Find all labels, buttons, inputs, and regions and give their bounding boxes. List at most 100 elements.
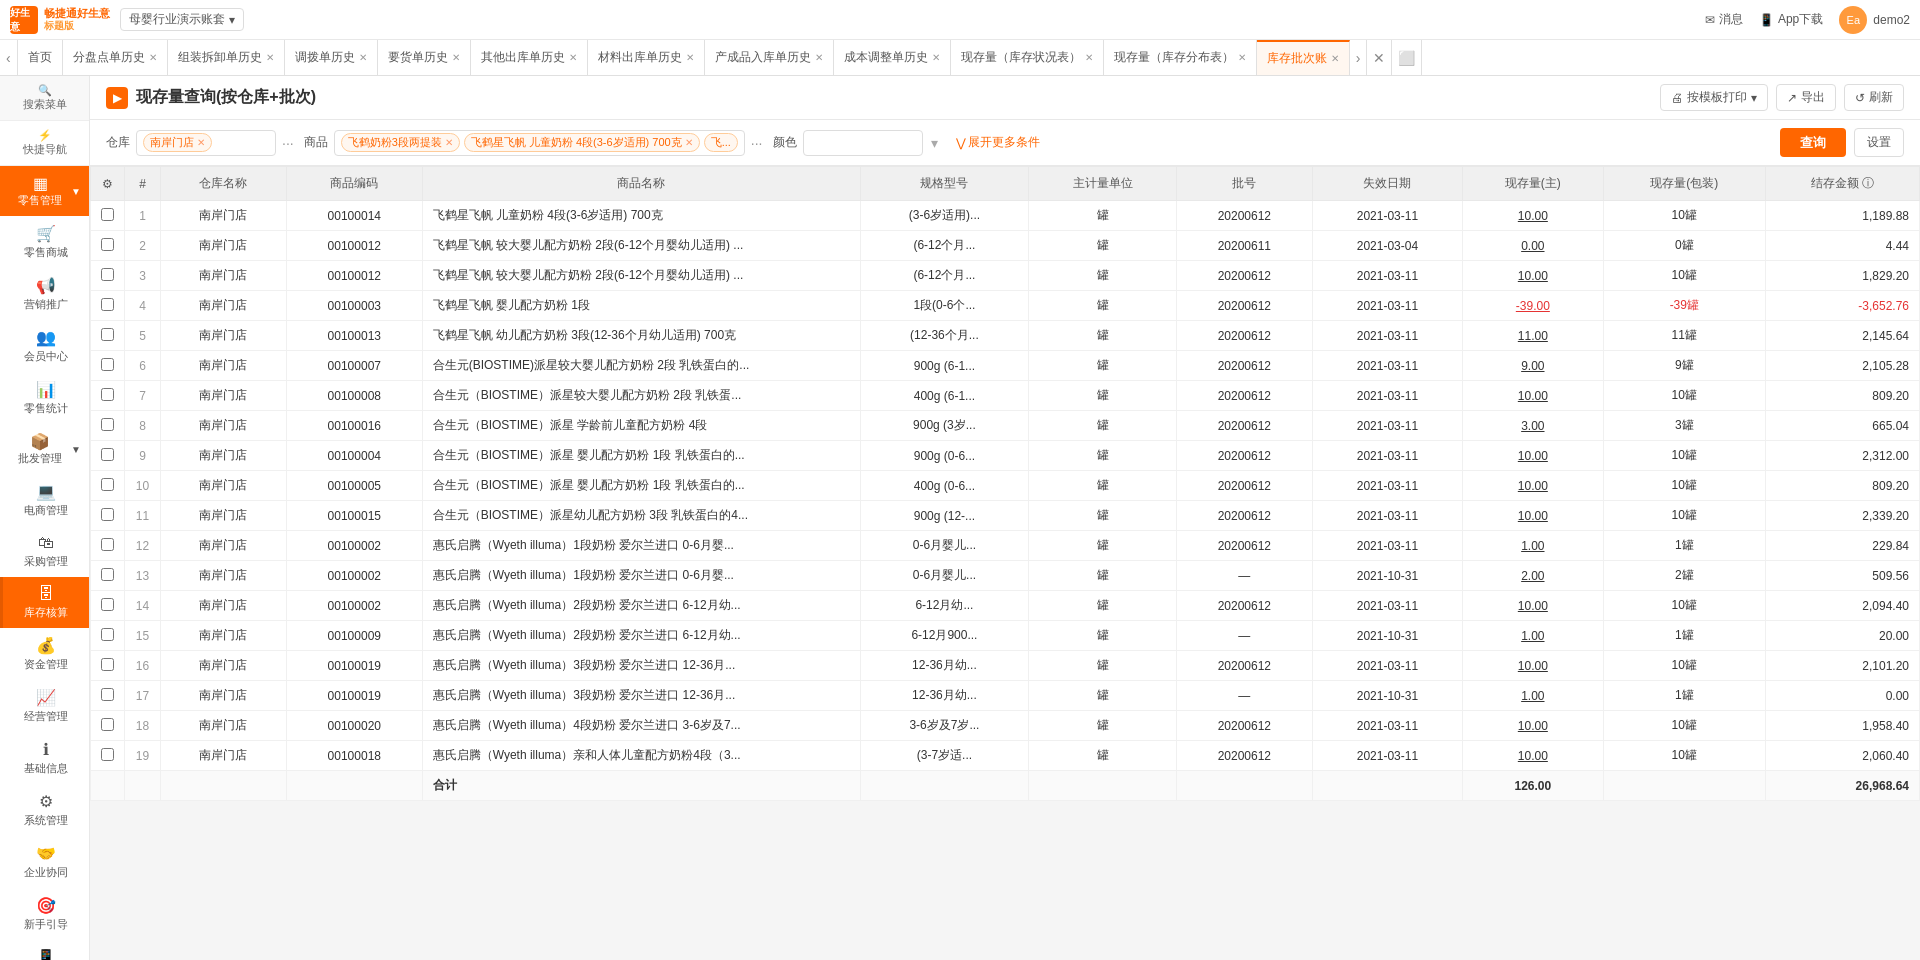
expand-conditions-btn[interactable]: ⋁ 展开更多条件 bbox=[956, 134, 1040, 151]
row-qty-main[interactable]: 10.00 bbox=[1463, 591, 1604, 621]
row-checkbox[interactable] bbox=[91, 411, 125, 441]
setting-btn[interactable]: 设置 bbox=[1854, 128, 1904, 157]
row-qty-main[interactable]: 10.00 bbox=[1463, 651, 1604, 681]
row-qty-main[interactable]: 1.00 bbox=[1463, 681, 1604, 711]
row-qty-main[interactable]: -39.00 bbox=[1463, 291, 1604, 321]
row-qty-main[interactable]: 10.00 bbox=[1463, 501, 1604, 531]
tab-qitachuku[interactable]: 其他出库单历史 ✕ bbox=[471, 40, 588, 76]
tab-home[interactable]: 首页 bbox=[18, 40, 63, 76]
row-checkbox[interactable] bbox=[91, 471, 125, 501]
export-btn[interactable]: ↗ 导出 bbox=[1776, 84, 1836, 111]
sidebar-item-marketing[interactable]: 📢 营销推广 bbox=[0, 268, 89, 320]
row-checkbox[interactable] bbox=[91, 381, 125, 411]
product-tags[interactable]: 飞鹤奶粉3段两提装 ✕ 飞鹤星飞帆 儿童奶粉 4段(3-6岁适用) 700克 ✕… bbox=[334, 130, 745, 156]
color-tags[interactable] bbox=[803, 130, 923, 156]
row-qty-main[interactable]: 10.00 bbox=[1463, 471, 1604, 501]
product-tag-close-1[interactable]: ✕ bbox=[445, 137, 453, 148]
sidebar-item-retail-mall[interactable]: 🛒 零售商城 bbox=[0, 216, 89, 268]
row-checkbox[interactable] bbox=[91, 201, 125, 231]
user-area[interactable]: Ea demo2 bbox=[1839, 6, 1910, 34]
product-tag-feihestar4[interactable]: 飞鹤星飞帆 儿童奶粉 4段(3-6岁适用) 700克 ✕ bbox=[464, 133, 700, 152]
tab-zuzhangchaixie[interactable]: 组装拆卸单历史 ✕ bbox=[168, 40, 285, 76]
close-icon[interactable]: ✕ bbox=[569, 52, 577, 63]
row-checkbox[interactable] bbox=[91, 531, 125, 561]
tab-cailiaochuku[interactable]: 材料出库单历史 ✕ bbox=[588, 40, 705, 76]
tab-maximize-btn[interactable]: ⬜ bbox=[1392, 40, 1422, 76]
close-icon[interactable]: ✕ bbox=[1238, 52, 1246, 63]
tab-prev-btn[interactable]: ‹ bbox=[0, 40, 18, 76]
tab-next-btn[interactable]: › bbox=[1350, 40, 1368, 76]
row-checkbox[interactable] bbox=[91, 711, 125, 741]
tab-xiancunliang-kucz[interactable]: 现存量（库存状况表）✕ bbox=[951, 40, 1104, 76]
sidebar-item-enterprise[interactable]: 🤝 企业协同 bbox=[0, 836, 89, 888]
close-icon[interactable]: ✕ bbox=[815, 52, 823, 63]
row-qty-main[interactable]: 11.00 bbox=[1463, 321, 1604, 351]
close-icon[interactable]: ✕ bbox=[1085, 52, 1093, 63]
row-checkbox[interactable] bbox=[91, 651, 125, 681]
row-checkbox[interactable] bbox=[91, 351, 125, 381]
warehouse-tags[interactable]: 南岸门店 ✕ bbox=[136, 130, 276, 156]
messages-btn[interactable]: ✉ 消息 bbox=[1705, 11, 1743, 28]
sidebar-item-newguide[interactable]: 🎯 新手引导 bbox=[0, 888, 89, 940]
sidebar-item-member[interactable]: 👥 会员中心 bbox=[0, 320, 89, 372]
row-qty-main[interactable]: 10.00 bbox=[1463, 711, 1604, 741]
row-checkbox[interactable] bbox=[91, 261, 125, 291]
close-icon[interactable]: ✕ bbox=[1331, 53, 1339, 64]
row-checkbox[interactable] bbox=[91, 561, 125, 591]
row-qty-main[interactable]: 3.00 bbox=[1463, 411, 1604, 441]
sidebar-item-system[interactable]: ⚙ 系统管理 bbox=[0, 784, 89, 836]
print-btn[interactable]: 🖨 按模板打印 ▾ bbox=[1660, 84, 1768, 111]
row-qty-main[interactable]: 10.00 bbox=[1463, 261, 1604, 291]
sidebar-nav[interactable]: ⚡ 快捷导航 bbox=[0, 121, 89, 166]
company-selector[interactable]: 母婴行业演示账套 ▾ bbox=[120, 8, 244, 31]
row-qty-main[interactable]: 1.00 bbox=[1463, 531, 1604, 561]
sidebar-item-ecommerce[interactable]: 💻 电商管理 bbox=[0, 474, 89, 526]
close-icon[interactable]: ✕ bbox=[686, 52, 694, 63]
close-icon[interactable]: ✕ bbox=[266, 52, 274, 63]
row-qty-main[interactable]: 10.00 bbox=[1463, 381, 1604, 411]
refresh-btn[interactable]: ↺ 刷新 bbox=[1844, 84, 1904, 111]
tab-chanchengpin[interactable]: 产成品入库单历史 ✕ bbox=[705, 40, 834, 76]
row-checkbox[interactable] bbox=[91, 621, 125, 651]
row-qty-main[interactable]: 10.00 bbox=[1463, 201, 1604, 231]
row-qty-main[interactable]: 0.00 bbox=[1463, 231, 1604, 261]
tab-yaohuo[interactable]: 要货单历史 ✕ bbox=[378, 40, 471, 76]
sidebar-item-basics[interactable]: ℹ 基础信息 bbox=[0, 732, 89, 784]
product-tag-close-2[interactable]: ✕ bbox=[685, 137, 693, 148]
sidebar-item-retail-mgmt[interactable]: ▦ 零售管理 ▼ bbox=[0, 166, 89, 216]
row-checkbox[interactable] bbox=[91, 321, 125, 351]
tab-diaobodadan[interactable]: 调拨单历史 ✕ bbox=[285, 40, 378, 76]
row-checkbox[interactable] bbox=[91, 501, 125, 531]
sidebar-item-appcenter[interactable]: 📱 应用中心 bbox=[0, 940, 89, 960]
row-qty-main[interactable]: 1.00 bbox=[1463, 621, 1604, 651]
close-icon[interactable]: ✕ bbox=[452, 52, 460, 63]
app-download-btn[interactable]: 📱 App下载 bbox=[1759, 11, 1823, 28]
row-checkbox[interactable] bbox=[91, 231, 125, 261]
close-icon[interactable]: ✕ bbox=[932, 52, 940, 63]
close-icon[interactable]: ✕ bbox=[359, 52, 367, 63]
row-checkbox[interactable] bbox=[91, 291, 125, 321]
tab-xiancunliang-kucfb[interactable]: 现存量（库存分布表）✕ bbox=[1104, 40, 1257, 76]
sidebar-item-operations[interactable]: 📈 经营管理 bbox=[0, 680, 89, 732]
col-settings[interactable]: ⚙ bbox=[91, 167, 125, 201]
query-btn[interactable]: 查询 bbox=[1780, 128, 1846, 157]
row-qty-main[interactable]: 9.00 bbox=[1463, 351, 1604, 381]
row-checkbox[interactable] bbox=[91, 441, 125, 471]
close-icon[interactable]: ✕ bbox=[149, 52, 157, 63]
row-checkbox[interactable] bbox=[91, 741, 125, 771]
warehouse-tag-nanan[interactable]: 南岸门店 ✕ bbox=[143, 133, 212, 152]
row-qty-main[interactable]: 2.00 bbox=[1463, 561, 1604, 591]
sidebar-item-finance[interactable]: 💰 资金管理 bbox=[0, 628, 89, 680]
tab-close-all-btn[interactable]: ✕ bbox=[1367, 40, 1392, 76]
tab-fenpandian[interactable]: 分盘点单历史 ✕ bbox=[63, 40, 168, 76]
tab-kucunpici[interactable]: 库存批次账 ✕ bbox=[1257, 40, 1350, 76]
sidebar-item-purchase[interactable]: 🛍 采购管理 bbox=[0, 526, 89, 577]
warehouse-tag-close[interactable]: ✕ bbox=[197, 137, 205, 148]
toggle-arrow-btn[interactable]: ▶ bbox=[106, 87, 128, 109]
product-tag-more[interactable]: 飞... bbox=[704, 133, 738, 152]
row-checkbox[interactable] bbox=[91, 681, 125, 711]
tab-chengbentiaoz[interactable]: 成本调整单历史 ✕ bbox=[834, 40, 951, 76]
product-tag-feihefenpn3[interactable]: 飞鹤奶粉3段两提装 ✕ bbox=[341, 133, 460, 152]
row-checkbox[interactable] bbox=[91, 591, 125, 621]
sidebar-item-retail-stats[interactable]: 📊 零售统计 bbox=[0, 372, 89, 424]
